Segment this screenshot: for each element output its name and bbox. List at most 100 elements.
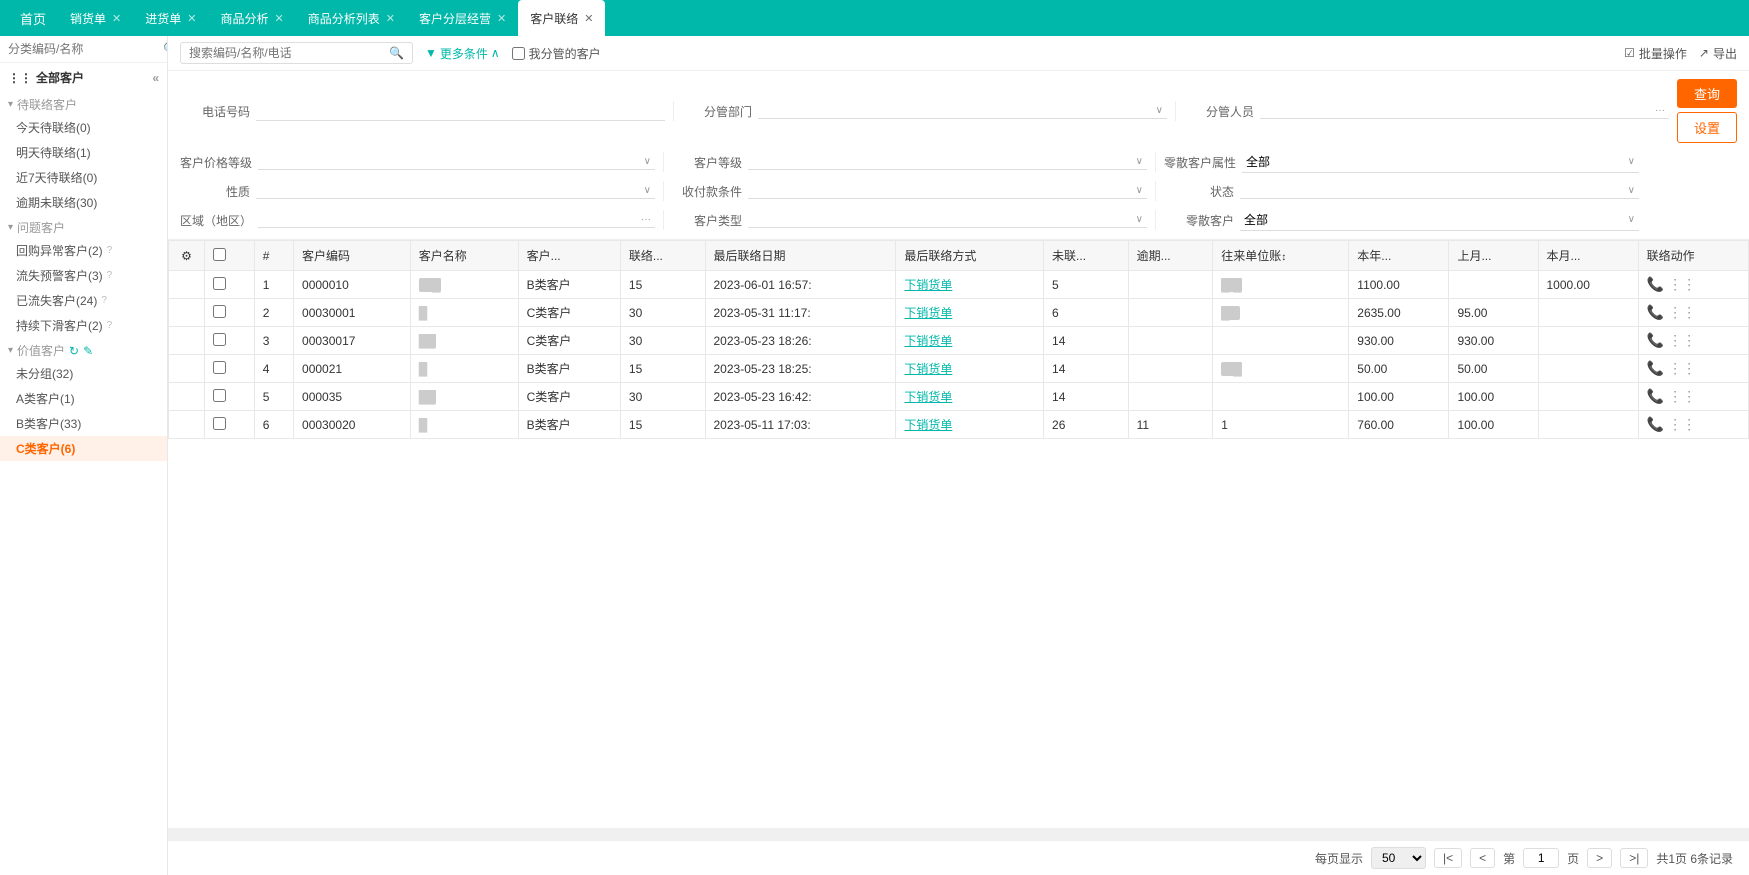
th-last-date[interactable]: 最后联络日期 bbox=[705, 241, 896, 271]
more-action-icon[interactable]: ⋮⋮ bbox=[1668, 360, 1696, 377]
filter-select-retail[interactable]: 全部 ∨ bbox=[1240, 209, 1639, 231]
search-button[interactable]: 🔍 bbox=[389, 46, 404, 60]
td-checkbox[interactable] bbox=[205, 327, 255, 355]
last-method-link[interactable]: 下销货单 bbox=[904, 418, 952, 432]
sidebar-item-class-c[interactable]: C类客户(6) bbox=[0, 436, 167, 461]
th-this-year[interactable]: 本年... bbox=[1349, 241, 1449, 271]
nav-item-customer-contact[interactable]: 客户联络 ✕ bbox=[518, 0, 605, 36]
nav-item-product-list[interactable]: 商品分析列表 ✕ bbox=[296, 0, 407, 36]
sidebar-item-unclassified[interactable]: 未分组(32) bbox=[0, 361, 167, 386]
select-all-checkbox[interactable] bbox=[213, 248, 226, 261]
td-last-method[interactable]: 下销货单 bbox=[896, 411, 1044, 439]
row-checkbox[interactable] bbox=[213, 389, 226, 402]
nav-home[interactable]: 首页 bbox=[8, 9, 58, 28]
my-customers-checkbox[interactable]: 我分管的客户 bbox=[512, 45, 601, 62]
th-code[interactable]: 客户编码 bbox=[294, 241, 411, 271]
close-icon[interactable]: ✕ bbox=[187, 12, 196, 25]
more-action-icon[interactable]: ⋮⋮ bbox=[1668, 332, 1696, 349]
row-checkbox[interactable] bbox=[213, 333, 226, 346]
th-no-contact[interactable]: 未联... bbox=[1044, 241, 1129, 271]
filter-select-region[interactable]: ··· bbox=[258, 212, 655, 228]
close-icon[interactable]: ✕ bbox=[584, 12, 593, 25]
filter-select-dept[interactable]: ∨ bbox=[758, 103, 1167, 119]
page-input[interactable] bbox=[1523, 848, 1559, 868]
nav-item-product-analysis[interactable]: 商品分析 ✕ bbox=[208, 0, 295, 36]
th-last-month[interactable]: 上月... bbox=[1449, 241, 1538, 271]
more-conditions-button[interactable]: ▼ 更多条件 ∧ bbox=[425, 45, 500, 62]
horizontal-scrollbar[interactable] bbox=[168, 828, 1749, 840]
td-last-method[interactable]: 下销货单 bbox=[896, 355, 1044, 383]
nav-item-purchase[interactable]: 进货单 ✕ bbox=[133, 0, 208, 36]
td-checkbox[interactable] bbox=[205, 355, 255, 383]
prev-page-button[interactable]: < bbox=[1470, 848, 1495, 868]
td-last-method[interactable]: 下销货单 bbox=[896, 327, 1044, 355]
contact-icon[interactable]: 📞 bbox=[1647, 304, 1664, 321]
help-icon[interactable]: ? bbox=[107, 270, 113, 281]
th-checkbox[interactable] bbox=[205, 241, 255, 271]
nav-item-customer-layer[interactable]: 客户分层经营 ✕ bbox=[407, 0, 518, 36]
filter-select-customer-level[interactable]: ∨ bbox=[748, 154, 1147, 170]
td-last-method[interactable]: 下销货单 bbox=[896, 299, 1044, 327]
contact-icon[interactable]: 📞 bbox=[1647, 332, 1664, 349]
last-method-link[interactable]: 下销货单 bbox=[904, 306, 952, 320]
td-checkbox[interactable] bbox=[205, 383, 255, 411]
more-action-icon[interactable]: ⋮⋮ bbox=[1668, 276, 1696, 293]
more-action-icon[interactable]: ⋮⋮ bbox=[1668, 416, 1696, 433]
filter-select-price-level[interactable]: ∨ bbox=[258, 154, 655, 170]
contact-icon[interactable]: 📞 bbox=[1647, 388, 1664, 405]
filter-select-nature[interactable]: ∨ bbox=[256, 183, 655, 199]
sidebar-item-class-b[interactable]: B类客户(33) bbox=[0, 411, 167, 436]
td-checkbox[interactable] bbox=[205, 411, 255, 439]
sidebar-item-abnormal[interactable]: 回购异常客户(2) ? bbox=[0, 238, 167, 263]
row-checkbox[interactable] bbox=[213, 361, 226, 374]
contact-icon[interactable]: 📞 bbox=[1647, 276, 1664, 293]
help-icon[interactable]: ? bbox=[107, 320, 113, 331]
filter-select-manager[interactable]: ··· bbox=[1260, 103, 1669, 119]
filter-input-phone[interactable] bbox=[256, 102, 665, 121]
th-name[interactable]: 客户名称 bbox=[410, 241, 518, 271]
contact-icon[interactable]: 📞 bbox=[1647, 360, 1664, 377]
sidebar-item-churned[interactable]: 已流失客户(24) ? bbox=[0, 288, 167, 313]
td-checkbox[interactable] bbox=[205, 299, 255, 327]
th-last-method[interactable]: 最后联络方式 bbox=[896, 241, 1044, 271]
th-contact[interactable]: 联络... bbox=[620, 241, 705, 271]
th-settings[interactable]: ⚙ bbox=[169, 241, 205, 271]
td-last-method[interactable]: 下销货单 bbox=[896, 271, 1044, 299]
last-method-link[interactable]: 下销货单 bbox=[904, 362, 952, 376]
batch-ops-button[interactable]: ☑ 批量操作 bbox=[1624, 45, 1687, 62]
sidebar-item-7days[interactable]: 近7天待联络(0) bbox=[0, 165, 167, 190]
export-button[interactable]: ↗ 导出 bbox=[1699, 45, 1737, 62]
per-page-select[interactable]: 50 100 bbox=[1371, 847, 1426, 869]
th-unit-balance[interactable]: 往来单位账↕ bbox=[1213, 241, 1349, 271]
last-method-link[interactable]: 下销货单 bbox=[904, 278, 952, 292]
more-action-icon[interactable]: ⋮⋮ bbox=[1668, 388, 1696, 405]
row-checkbox[interactable] bbox=[213, 277, 226, 290]
more-action-icon[interactable]: ⋮⋮ bbox=[1668, 304, 1696, 321]
sidebar-item-churn-warning[interactable]: 流失预警客户(3) ? bbox=[0, 263, 167, 288]
sidebar-item-today[interactable]: 今天待联络(0) bbox=[0, 115, 167, 140]
filter-select-payment[interactable]: ∨ bbox=[748, 183, 1147, 199]
last-method-link[interactable]: 下销货单 bbox=[904, 390, 952, 404]
td-last-method[interactable]: 下销货单 bbox=[896, 383, 1044, 411]
sidebar-search-input[interactable] bbox=[8, 42, 163, 56]
last-method-link[interactable]: 下销货单 bbox=[904, 334, 952, 348]
row-checkbox[interactable] bbox=[213, 305, 226, 318]
my-customers-check[interactable] bbox=[512, 47, 525, 60]
sidebar-item-tomorrow[interactable]: 明天待联络(1) bbox=[0, 140, 167, 165]
td-checkbox[interactable] bbox=[205, 271, 255, 299]
set-button[interactable]: 设置 bbox=[1677, 112, 1737, 143]
help-icon[interactable]: ? bbox=[107, 245, 113, 256]
th-overdue[interactable]: 逾期... bbox=[1128, 241, 1213, 271]
th-type[interactable]: 客户... bbox=[518, 241, 620, 271]
row-checkbox[interactable] bbox=[213, 417, 226, 430]
first-page-button[interactable]: |< bbox=[1434, 848, 1462, 868]
help-icon[interactable]: ? bbox=[101, 295, 107, 306]
last-page-button[interactable]: >| bbox=[1620, 848, 1648, 868]
edit-icon[interactable]: ✎ bbox=[83, 344, 93, 358]
close-icon[interactable]: ✕ bbox=[497, 12, 506, 25]
sidebar-item-declining[interactable]: 持续下滑客户(2) ? bbox=[0, 313, 167, 338]
filter-select-status[interactable]: ∨ bbox=[1240, 183, 1639, 199]
all-customers-title[interactable]: ⋮⋮ 全部客户 « bbox=[0, 63, 167, 92]
sidebar-item-overdue[interactable]: 逾期未联络(30) bbox=[0, 190, 167, 215]
query-button[interactable]: 查询 bbox=[1677, 79, 1737, 108]
